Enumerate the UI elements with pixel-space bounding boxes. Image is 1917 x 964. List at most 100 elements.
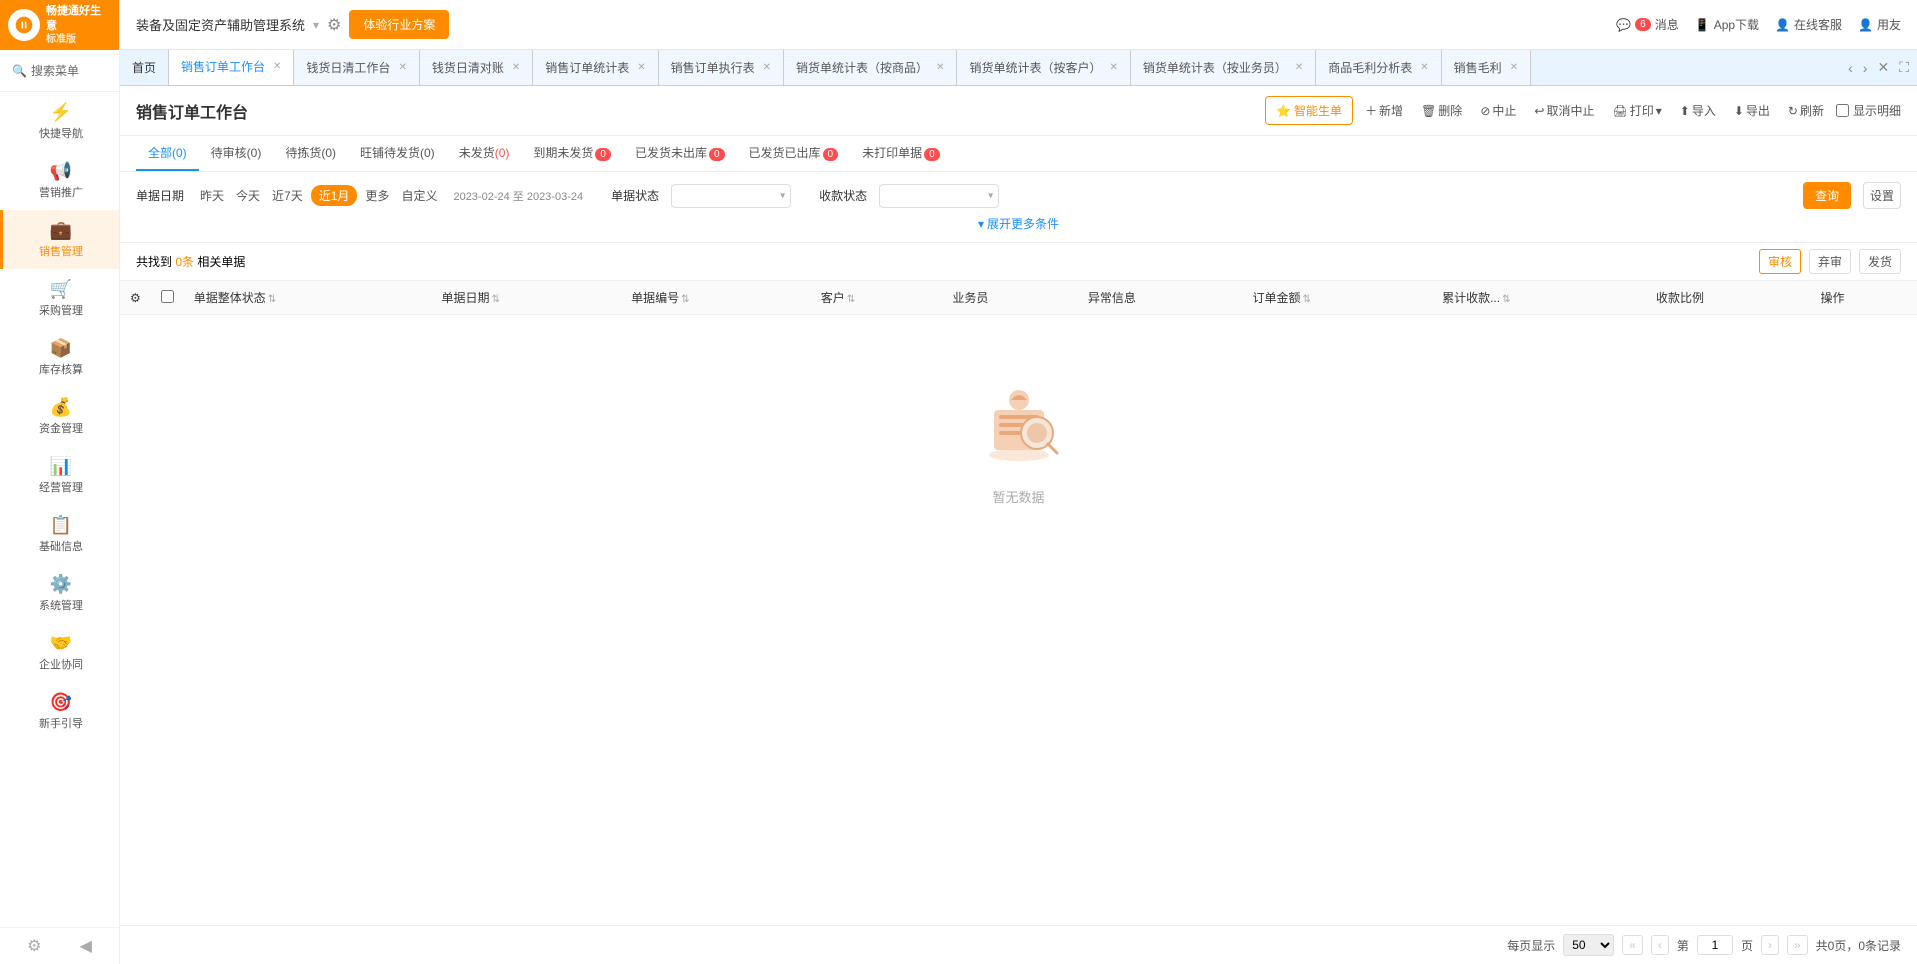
tab-cash-reconcile[interactable]: 钱货日清对账✕ (420, 50, 533, 86)
tab-close-sales-more[interactable]: ✕ (1510, 62, 1518, 73)
per-page-select[interactable]: 50 10 20 100 (1563, 934, 1614, 956)
tab-sales-stats-staff[interactable]: 销货单统计表（按业务员）✕ (1131, 50, 1316, 86)
audit-button[interactable]: 审核 (1759, 249, 1801, 274)
date-btn-自定义[interactable]: 自定义 (397, 185, 441, 206)
show-detail-checkbox-label[interactable]: 显示明细 (1836, 102, 1901, 119)
revoke-button[interactable]: 弃审 (1809, 249, 1851, 274)
tab-close-sales-stats-staff[interactable]: ✕ (1295, 62, 1303, 73)
system-icon: ⚙️ (50, 574, 72, 595)
stop-button[interactable]: ⊘ 中止 (1474, 98, 1522, 123)
date-btn-更多[interactable]: 更多 (361, 185, 393, 206)
first-page-button[interactable]: « (1622, 935, 1643, 955)
tab-sales-more[interactable]: 销售毛利✕ (1442, 50, 1531, 86)
col-header-number[interactable]: 单据编号⇅ (621, 281, 811, 315)
date-btn-近7天[interactable]: 近7天 (268, 185, 307, 206)
date-btn-近1月[interactable]: 近1月 (311, 185, 358, 206)
sidebar-item-basic-info[interactable]: 📋 基础信息 (0, 505, 119, 564)
subtab-unshipped[interactable]: 未发货(0) (447, 136, 522, 171)
tab-gross-margin[interactable]: 商品毛利分析表✕ (1316, 50, 1441, 86)
import-button[interactable]: ⬆ 导入 (1674, 98, 1722, 123)
subtab-shipped-not-out[interactable]: 已发货未出库0 (623, 136, 737, 171)
page-number-input[interactable] (1697, 935, 1733, 955)
query-button[interactable]: 查询 (1803, 182, 1851, 209)
tab-scroll-right-button[interactable]: › (1859, 58, 1872, 78)
subtab-wangpu-pending[interactable]: 旺铺待发货(0) (348, 136, 447, 171)
smart-create-button[interactable]: ⭐ 智能生单 (1265, 96, 1353, 125)
date-btn-昨天[interactable]: 昨天 (196, 185, 228, 206)
delete-button[interactable]: 🗑 删除 (1415, 98, 1468, 123)
prev-page-button[interactable]: ‹ (1651, 935, 1669, 955)
search-menu-button[interactable]: 🔍 搜索菜单 (8, 58, 111, 83)
tab-close-cash-reconcile[interactable]: ✕ (512, 62, 520, 73)
sidebar-item-purchase[interactable]: 🛒 采购管理 (0, 269, 119, 328)
tab-close-sales-exec[interactable]: ✕ (763, 62, 771, 73)
tab-sales-stats-customer[interactable]: 销货单统计表（按客户）✕ (957, 50, 1130, 86)
expand-conditions-button[interactable]: ▾ 展开更多条件 (978, 215, 1059, 232)
subtab-shipped-out[interactable]: 已发货已出库0 (737, 136, 851, 171)
tab-home[interactable]: 首页 (120, 50, 169, 86)
sidebar-item-marketing[interactable]: 📢 营销推广 (0, 151, 119, 210)
date-btn-今天[interactable]: 今天 (232, 185, 264, 206)
print-button[interactable]: 🖨 打印 ▾ (1606, 98, 1667, 123)
col-header-amount[interactable]: 订单金额⇅ (1242, 281, 1432, 315)
sort-icon-number[interactable]: ⇅ (681, 294, 689, 305)
sidebar-item-system[interactable]: ⚙️ 系统管理 (0, 564, 119, 623)
tab-fullscreen-button[interactable]: ⛶ (1895, 57, 1913, 78)
subtab-all[interactable]: 全部(0) (136, 136, 199, 171)
sort-icon-collected[interactable]: ⇅ (1502, 294, 1510, 305)
topbar-gear-icon[interactable]: ⚙ (327, 15, 341, 35)
sidebar-item-enterprise[interactable]: 🤝 企业协同 (0, 623, 119, 682)
sidebar-item-quick-nav[interactable]: ⚡ 快捷导航 (0, 92, 119, 151)
tab-close-sales-order-workbench[interactable]: ✕ (273, 61, 281, 72)
col-header-status[interactable]: 单据整体状态⇅ (184, 281, 432, 315)
sidebar-item-finance[interactable]: 💰 资金管理 (0, 387, 119, 446)
tab-sales-order-workbench[interactable]: 销售订单工作台✕ (169, 50, 294, 86)
tab-sales-stats[interactable]: 销售订单统计表✕ (533, 50, 658, 86)
app-download-button[interactable]: 📱 App下载 (1695, 16, 1759, 33)
next-page-button[interactable]: › (1761, 935, 1779, 955)
tab-sales-stats-product[interactable]: 销货单统计表（按商品）✕ (784, 50, 957, 86)
tab-close-sales-stats-product[interactable]: ✕ (936, 62, 944, 73)
select-all-checkbox[interactable] (161, 290, 174, 303)
tab-sales-exec[interactable]: 销售订单执行表✕ (659, 50, 784, 86)
subtab-unprinted[interactable]: 未打印单据0 (850, 136, 952, 171)
col-header-collected[interactable]: 累计收款...⇅ (1432, 281, 1646, 315)
subtab-pending-inspection[interactable]: 待拣货(0) (273, 136, 348, 171)
tab-close-all-button[interactable]: ✕ (1873, 57, 1893, 78)
sidebar-item-operations[interactable]: 📊 经营管理 (0, 446, 119, 505)
user-menu-button[interactable]: 👤 用友 (1858, 16, 1901, 33)
sidebar-item-newbie[interactable]: 🎯 新手引导 (0, 682, 119, 741)
cancel-stop-button[interactable]: ↩ 取消中止 (1528, 98, 1600, 123)
tab-close-sales-stats-customer[interactable]: ✕ (1109, 62, 1117, 73)
col-header-date[interactable]: 单据日期⇅ (431, 281, 621, 315)
message-button[interactable]: 💬 6 消息 (1616, 16, 1679, 33)
sort-icon-customer[interactable]: ⇅ (847, 294, 855, 305)
subtab-expired-unshipped[interactable]: 到期未发货0 (521, 136, 623, 171)
industry-solution-button[interactable]: 体验行业方案 (349, 10, 449, 39)
show-detail-checkbox[interactable] (1836, 104, 1849, 117)
settings-filter-button[interactable]: 设置 (1863, 182, 1901, 209)
sort-icon-date[interactable]: ⇅ (492, 294, 500, 305)
ship-button[interactable]: 发货 (1859, 249, 1901, 274)
subtab-pending-audit[interactable]: 待审核(0) (199, 136, 274, 171)
sort-icon-status[interactable]: ⇅ (268, 294, 276, 305)
collapse-sidebar-button[interactable]: ◀ (80, 936, 92, 956)
settings-bottom-button[interactable]: ⚙ (27, 936, 41, 956)
tab-close-gross-margin[interactable]: ✕ (1420, 62, 1428, 73)
status-select[interactable] (671, 184, 791, 208)
add-button[interactable]: ＋ 新增 (1359, 98, 1409, 123)
online-service-button[interactable]: 👤 在线客服 (1775, 16, 1842, 33)
col-settings-icon[interactable]: ⚙ (130, 291, 141, 305)
tab-close-cash-daily[interactable]: ✕ (398, 62, 406, 73)
tab-close-sales-stats[interactable]: ✕ (637, 62, 645, 73)
sidebar-item-inventory[interactable]: 📦 库存核算 (0, 328, 119, 387)
col-header-customer[interactable]: 客户⇅ (811, 281, 943, 315)
export-button[interactable]: ⬇ 导出 (1728, 98, 1776, 123)
sort-icon-amount[interactable]: ⇅ (1302, 294, 1310, 305)
tab-cash-daily[interactable]: 钱货日清工作台✕ (294, 50, 419, 86)
refresh-button[interactable]: ↻ 刷新 (1782, 98, 1830, 123)
sidebar-item-sales[interactable]: 💼 销售管理 (0, 210, 119, 269)
last-page-button[interactable]: » (1787, 935, 1808, 955)
tab-scroll-left-button[interactable]: ‹ (1844, 58, 1857, 78)
payment-select[interactable] (879, 184, 999, 208)
